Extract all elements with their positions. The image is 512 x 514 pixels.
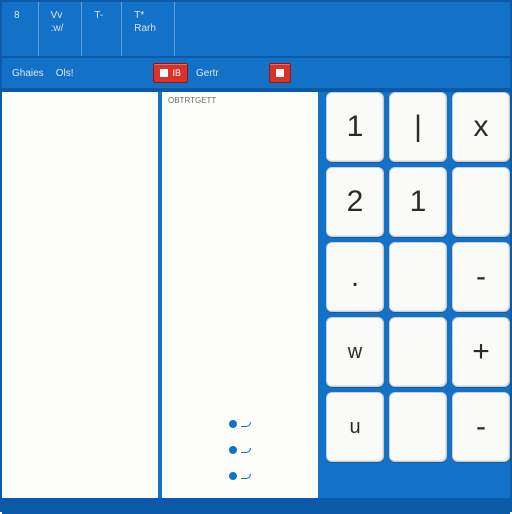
square-icon	[160, 69, 168, 77]
keypad: 1 | x 2 1 . - w + u -	[322, 92, 510, 498]
menu-item-0[interactable]: 8	[2, 2, 39, 56]
key-2[interactable]: 2	[326, 167, 384, 237]
toolbar-label-1: Ghaies	[12, 68, 44, 79]
toolbar-button-1[interactable]: IB	[153, 63, 188, 83]
marker-icon	[229, 420, 251, 428]
key-dot[interactable]: .	[326, 242, 384, 312]
key-1b[interactable]: 1	[389, 167, 447, 237]
key-1[interactable]: 1	[326, 92, 384, 162]
menu-label: T*	[134, 10, 156, 21]
toolbar-button-1-label: IB	[172, 68, 181, 78]
square-icon	[276, 69, 284, 77]
key-minus-2[interactable]: -	[452, 392, 510, 462]
menu-item-3[interactable]: T* Rarh	[122, 2, 175, 56]
menu-item-1[interactable]: Vv :w/	[39, 2, 83, 56]
panel-mid-header: OBTRTGETT	[168, 96, 216, 105]
panel-mid: OBTRTGETT	[162, 92, 322, 498]
key-minus[interactable]: -	[452, 242, 510, 312]
menu-sublabel: Rarh	[134, 23, 156, 34]
key-w[interactable]: w	[326, 317, 384, 387]
toolbar-button-2[interactable]	[269, 63, 291, 83]
key-blank-4[interactable]	[389, 392, 447, 462]
panel-mid-markers	[229, 420, 251, 480]
menu-item-2[interactable]: T-	[82, 2, 122, 56]
key-blank-2[interactable]	[389, 242, 447, 312]
key-blank-3[interactable]	[389, 317, 447, 387]
toolbar-label-2: Ols!	[56, 68, 74, 79]
key-plus[interactable]: +	[452, 317, 510, 387]
key-multiply[interactable]: x	[452, 92, 510, 162]
panel-left	[2, 92, 162, 498]
key-pipe[interactable]: |	[389, 92, 447, 162]
key-blank-1[interactable]	[452, 167, 510, 237]
menu-label: 8	[14, 10, 20, 21]
menu-label: Vv	[51, 10, 64, 21]
toolbar-label-3: Gertr	[196, 68, 219, 79]
toolbar: Ghaies Ols! IB Gertr	[2, 58, 510, 92]
marker-icon	[229, 446, 251, 454]
menubar: 8 Vv :w/ T- T* Rarh	[2, 2, 510, 58]
menu-label: T-	[94, 10, 103, 21]
key-u[interactable]: u	[326, 392, 384, 462]
workspace: OBTRTGETT 1 | x 2 1 . - w + u -	[2, 92, 510, 498]
marker-icon	[229, 472, 251, 480]
menu-sublabel: :w/	[51, 23, 64, 34]
